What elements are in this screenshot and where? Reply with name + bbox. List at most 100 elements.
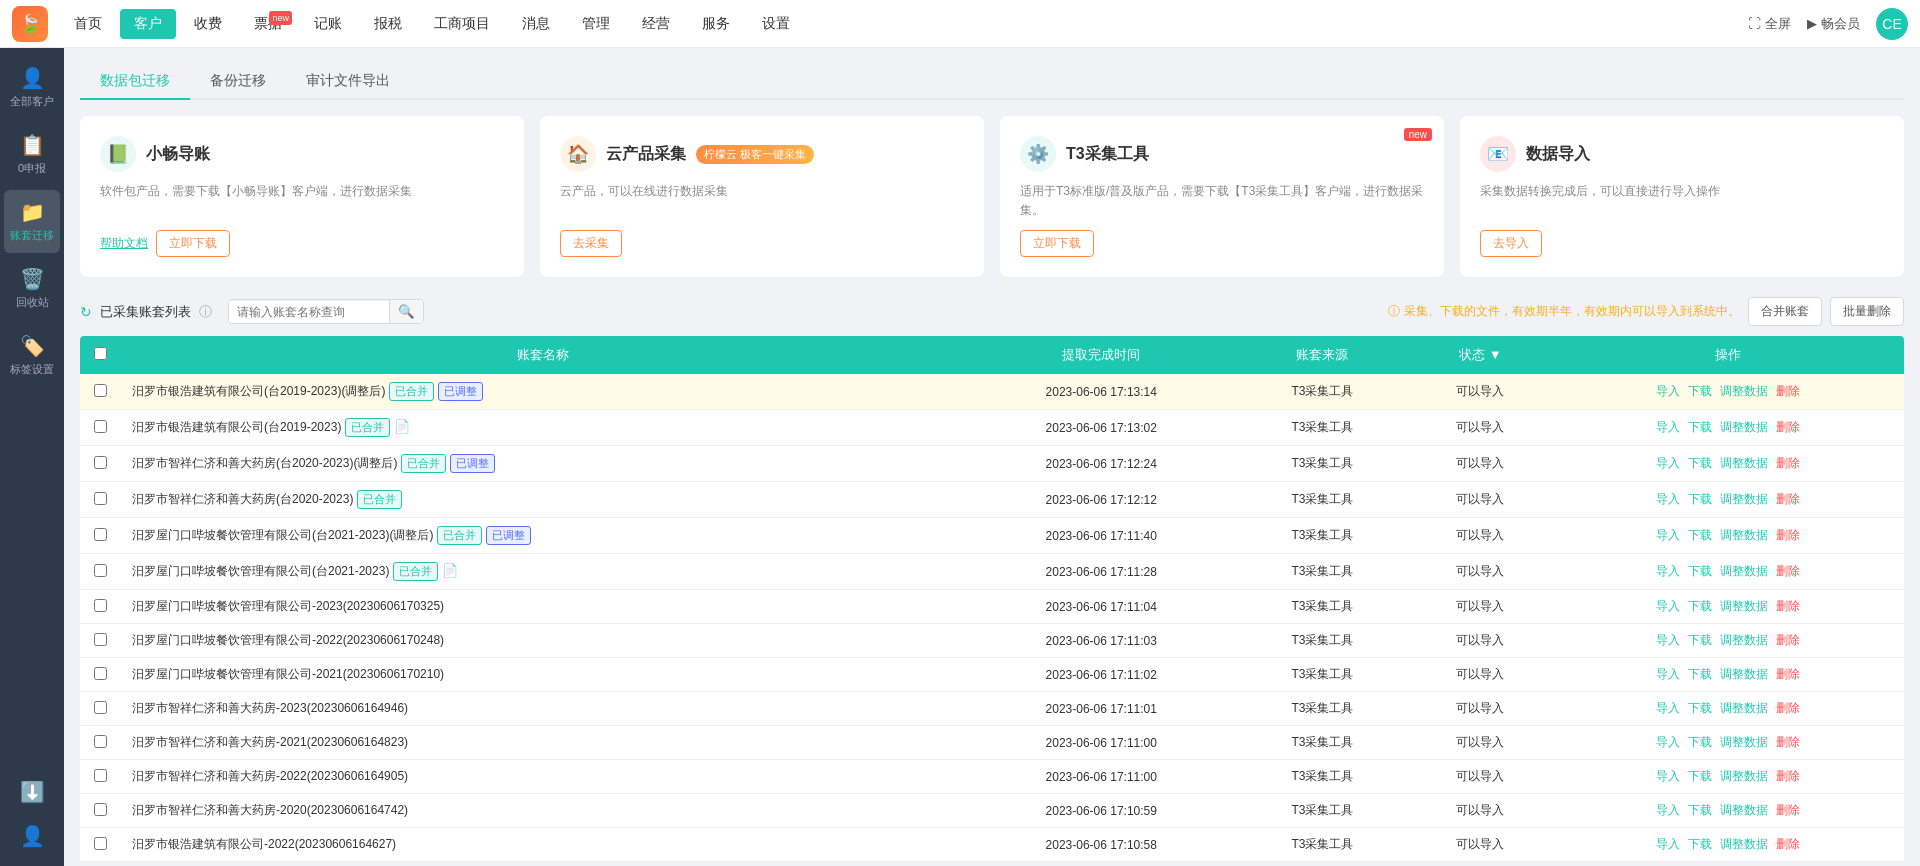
row-checkbox[interactable] — [94, 701, 107, 714]
copy-icon[interactable]: 📄 — [438, 563, 458, 578]
nav-messages[interactable]: 消息 — [508, 9, 564, 39]
op-btn-导入[interactable]: 导入 — [1656, 491, 1680, 508]
op-btn-导入[interactable]: 导入 — [1656, 455, 1680, 472]
op-btn-调整数据[interactable]: 调整数据 — [1720, 527, 1768, 544]
op-btn-下载[interactable]: 下载 — [1688, 419, 1712, 436]
op-btn-下载[interactable]: 下载 — [1688, 491, 1712, 508]
op-btn-导入[interactable]: 导入 — [1656, 598, 1680, 615]
sidebar-item-profile[interactable]: 👤 — [4, 814, 60, 858]
copy-icon[interactable]: 📄 — [390, 419, 410, 434]
op-btn-删除[interactable]: 删除 — [1776, 836, 1800, 853]
sidebar-item-all-customers[interactable]: 👤 全部客户 — [4, 56, 60, 119]
op-btn-删除[interactable]: 删除 — [1776, 563, 1800, 580]
help-doc-link[interactable]: 帮助文档 — [100, 235, 148, 252]
op-btn-导入[interactable]: 导入 — [1656, 768, 1680, 785]
row-checkbox[interactable] — [94, 633, 107, 646]
sidebar-item-account-migration[interactable]: 📁 账套迁移 — [4, 190, 60, 253]
op-btn-调整数据[interactable]: 调整数据 — [1720, 836, 1768, 853]
row-checkbox[interactable] — [94, 528, 107, 541]
go-import-button[interactable]: 去导入 — [1480, 230, 1542, 257]
sidebar-item-recycle[interactable]: 🗑️ 回收站 — [4, 257, 60, 320]
op-btn-删除[interactable]: 删除 — [1776, 598, 1800, 615]
user-avatar[interactable]: CE — [1876, 8, 1908, 40]
op-btn-调整数据[interactable]: 调整数据 — [1720, 802, 1768, 819]
nav-manage[interactable]: 管理 — [568, 9, 624, 39]
nav-customers[interactable]: 客户 — [120, 9, 176, 39]
row-checkbox[interactable] — [94, 456, 107, 469]
op-btn-导入[interactable]: 导入 — [1656, 383, 1680, 400]
op-btn-下载[interactable]: 下载 — [1688, 802, 1712, 819]
nav-home[interactable]: 首页 — [60, 9, 116, 39]
op-btn-调整数据[interactable]: 调整数据 — [1720, 598, 1768, 615]
op-btn-导入[interactable]: 导入 — [1656, 563, 1680, 580]
op-btn-调整数据[interactable]: 调整数据 — [1720, 700, 1768, 717]
op-btn-下载[interactable]: 下载 — [1688, 455, 1712, 472]
op-btn-下载[interactable]: 下载 — [1688, 836, 1712, 853]
op-btn-删除[interactable]: 删除 — [1776, 700, 1800, 717]
download-now-button-1[interactable]: 立即下载 — [156, 230, 230, 257]
row-checkbox[interactable] — [94, 492, 107, 505]
op-btn-下载[interactable]: 下载 — [1688, 383, 1712, 400]
op-btn-调整数据[interactable]: 调整数据 — [1720, 491, 1768, 508]
batch-delete-button[interactable]: 批量删除 — [1830, 297, 1904, 326]
sidebar-item-zero-report[interactable]: 📋 0申报 — [4, 123, 60, 186]
row-checkbox[interactable] — [94, 384, 107, 397]
sidebar-item-download[interactable]: ⬇️ — [4, 770, 60, 814]
op-btn-删除[interactable]: 删除 — [1776, 768, 1800, 785]
op-btn-删除[interactable]: 删除 — [1776, 734, 1800, 751]
refresh-icon[interactable]: ↻ — [80, 304, 92, 320]
row-checkbox[interactable] — [94, 837, 107, 850]
op-btn-调整数据[interactable]: 调整数据 — [1720, 455, 1768, 472]
nav-accounting[interactable]: 记账 — [300, 9, 356, 39]
op-btn-导入[interactable]: 导入 — [1656, 700, 1680, 717]
op-btn-导入[interactable]: 导入 — [1656, 632, 1680, 649]
member-button[interactable]: ▶ 畅会员 — [1807, 15, 1860, 33]
op-btn-下载[interactable]: 下载 — [1688, 527, 1712, 544]
op-btn-下载[interactable]: 下载 — [1688, 563, 1712, 580]
op-btn-下载[interactable]: 下载 — [1688, 598, 1712, 615]
op-btn-下载[interactable]: 下载 — [1688, 768, 1712, 785]
col-status[interactable]: 状态 ▼ — [1408, 336, 1552, 374]
nav-fees[interactable]: 收费 — [180, 9, 236, 39]
op-btn-调整数据[interactable]: 调整数据 — [1720, 768, 1768, 785]
op-btn-导入[interactable]: 导入 — [1656, 527, 1680, 544]
tab-audit-export[interactable]: 审计文件导出 — [286, 64, 410, 100]
op-btn-删除[interactable]: 删除 — [1776, 383, 1800, 400]
row-checkbox[interactable] — [94, 667, 107, 680]
op-btn-导入[interactable]: 导入 — [1656, 802, 1680, 819]
nav-tax[interactable]: 报税 — [360, 9, 416, 39]
op-btn-调整数据[interactable]: 调整数据 — [1720, 632, 1768, 649]
op-btn-下载[interactable]: 下载 — [1688, 700, 1712, 717]
row-checkbox[interactable] — [94, 735, 107, 748]
op-btn-删除[interactable]: 删除 — [1776, 491, 1800, 508]
download-now-button-3[interactable]: 立即下载 — [1020, 230, 1094, 257]
nav-service[interactable]: 服务 — [688, 9, 744, 39]
row-checkbox[interactable] — [94, 769, 107, 782]
op-btn-删除[interactable]: 删除 — [1776, 527, 1800, 544]
row-checkbox[interactable] — [94, 564, 107, 577]
op-btn-导入[interactable]: 导入 — [1656, 734, 1680, 751]
row-checkbox[interactable] — [94, 420, 107, 433]
merge-accounts-button[interactable]: 合并账套 — [1748, 297, 1822, 326]
op-btn-调整数据[interactable]: 调整数据 — [1720, 383, 1768, 400]
sidebar-item-tag-settings[interactable]: 🏷️ 标签设置 — [4, 324, 60, 387]
tab-backup-migration[interactable]: 备份迁移 — [190, 64, 286, 100]
nav-settings[interactable]: 设置 — [748, 9, 804, 39]
op-btn-删除[interactable]: 删除 — [1776, 666, 1800, 683]
op-btn-下载[interactable]: 下载 — [1688, 632, 1712, 649]
op-btn-删除[interactable]: 删除 — [1776, 419, 1800, 436]
op-btn-调整数据[interactable]: 调整数据 — [1720, 666, 1768, 683]
select-all-checkbox[interactable] — [94, 347, 107, 360]
op-btn-删除[interactable]: 删除 — [1776, 802, 1800, 819]
row-checkbox[interactable] — [94, 599, 107, 612]
nav-invoices[interactable]: 票据 new — [240, 9, 296, 39]
op-btn-调整数据[interactable]: 调整数据 — [1720, 563, 1768, 580]
search-input[interactable] — [229, 301, 389, 323]
op-btn-下载[interactable]: 下载 — [1688, 666, 1712, 683]
op-btn-导入[interactable]: 导入 — [1656, 666, 1680, 683]
fullscreen-button[interactable]: ⛶ 全屏 — [1748, 15, 1791, 33]
tab-data-migration[interactable]: 数据包迁移 — [80, 64, 190, 100]
nav-business[interactable]: 经营 — [628, 9, 684, 39]
search-button[interactable]: 🔍 — [389, 300, 423, 323]
row-checkbox[interactable] — [94, 803, 107, 816]
